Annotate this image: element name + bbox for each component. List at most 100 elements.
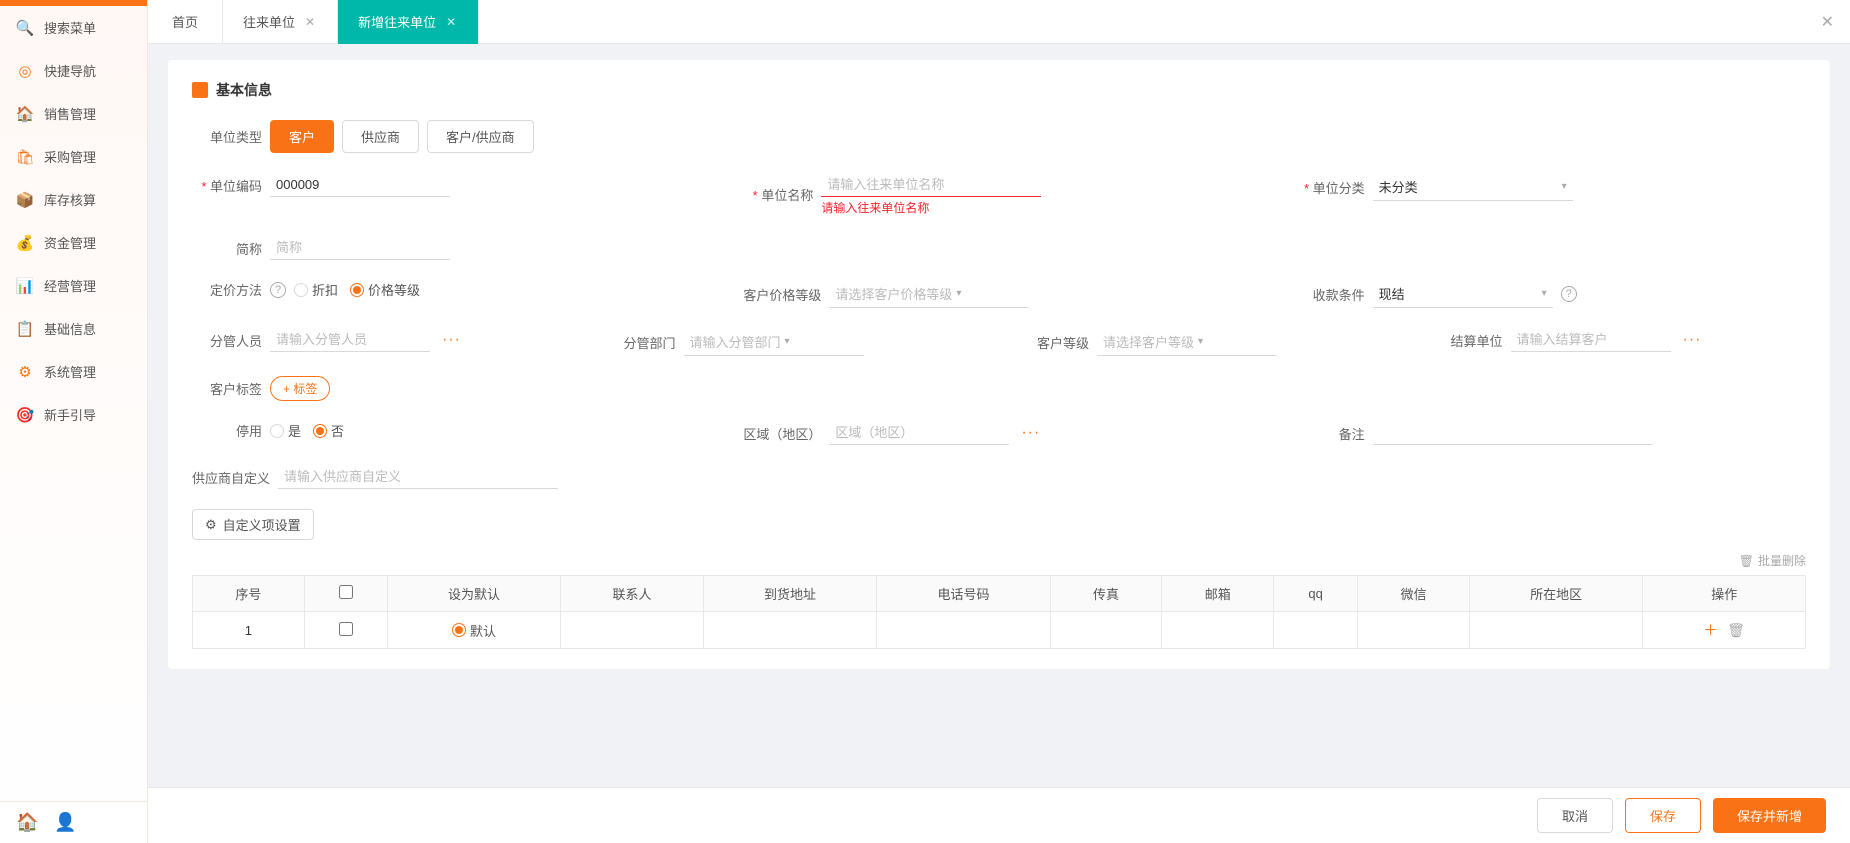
payment-help-icon[interactable]: ? — [1561, 286, 1577, 302]
default-label: 默认 — [470, 621, 496, 640]
remark-input[interactable] — [1373, 421, 1653, 445]
tab-partner-new-close[interactable]: ✕ — [444, 15, 458, 29]
radio-price-level[interactable]: 价格等级 — [350, 280, 420, 299]
batch-delete-area[interactable]: 🗑 批量删除 — [192, 552, 1806, 569]
manager-more-icon[interactable]: ··· — [438, 331, 465, 349]
sidebar-item-sales[interactable]: 🏠 销售管理 — [0, 92, 147, 135]
sidebar-item-guide[interactable]: 🎯 新手引导 — [0, 393, 147, 436]
unit-category-field: 单位分类 未分类 ▾ — [1295, 173, 1806, 201]
type-btn-both[interactable]: 客户/供应商 — [427, 120, 534, 153]
chevron-down-icon4: ▾ — [785, 336, 790, 347]
pricing-help-icon[interactable]: ? — [270, 282, 286, 298]
region-input[interactable] — [829, 421, 1009, 445]
quick-nav-icon: ◎ — [16, 62, 34, 80]
payment-terms-select[interactable]: 现结 ▾ — [1373, 280, 1553, 308]
region-more-icon[interactable]: ··· — [1017, 424, 1044, 442]
dept-select[interactable]: 请输入分管部门 ▾ — [684, 328, 864, 356]
tab-home-label: 首页 — [172, 12, 198, 31]
dept-field: 分管部门 请输入分管部门 ▾ — [606, 328, 980, 356]
search-icon: 🔍 — [16, 19, 34, 37]
customer-price-level-select[interactable]: 请选择客户价格等级 ▾ — [829, 280, 1029, 308]
settlement-more-icon[interactable]: ··· — [1679, 331, 1706, 349]
sidebar-item-search[interactable]: 🔍 搜索菜单 — [0, 6, 147, 49]
sidebar-item-system[interactable]: ⚙ 系统管理 — [0, 350, 147, 393]
sidebar-item-purchase[interactable]: 🛍 采购管理 — [0, 135, 147, 178]
td-email — [1162, 612, 1274, 649]
tab-partner-list[interactable]: 往来单位 ✕ — [223, 0, 338, 44]
tag-btn-label: + 标签 — [283, 380, 317, 397]
save-new-button[interactable]: 保存并新增 — [1713, 798, 1826, 833]
td-phone — [877, 612, 1050, 649]
th-address: 到货地址 — [703, 576, 876, 612]
supplier-custom-field: 供应商自定义 — [192, 465, 1806, 489]
save-button[interactable]: 保存 — [1625, 798, 1701, 833]
custom-settings-row: ⚙ 自定义项设置 — [192, 509, 1806, 540]
sidebar-item-label-sales: 销售管理 — [44, 104, 96, 123]
default-radio-inner — [455, 626, 463, 634]
sidebar-item-operations[interactable]: 📊 经营管理 — [0, 264, 147, 307]
sidebar-item-finance[interactable]: 💰 资金管理 — [0, 221, 147, 264]
radio-discount[interactable]: 折扣 — [294, 280, 338, 299]
cancel-button[interactable]: 取消 — [1537, 798, 1613, 833]
basic-info-icon: 📋 — [16, 320, 34, 338]
td-address — [703, 612, 876, 649]
short-name-input[interactable] — [270, 236, 450, 260]
batch-delete-icon: 🗑 — [1739, 554, 1754, 568]
tab-partner-new[interactable]: 新增往来单位 ✕ — [338, 0, 479, 44]
radio-disable-yes[interactable]: 是 — [270, 421, 301, 440]
sidebar-item-inventory[interactable]: 📦 库存核算 — [0, 178, 147, 221]
short-name-field: 简称 — [192, 236, 1806, 260]
unit-code-input[interactable] — [270, 173, 450, 197]
table-row: 1 默认 — [193, 612, 1806, 649]
short-name-label: 简称 — [192, 239, 262, 258]
add-row-icon[interactable]: ＋ — [1700, 622, 1720, 638]
add-tag-button[interactable]: + 标签 — [270, 376, 330, 401]
customer-level-select[interactable]: 请选择客户等级 ▾ — [1097, 328, 1277, 356]
section-title-label: 基本信息 — [216, 80, 272, 100]
row-checkbox[interactable] — [339, 622, 353, 636]
supplier-custom-input[interactable] — [278, 465, 558, 489]
th-qq: qq — [1274, 576, 1358, 612]
radio-disable-no-outer — [313, 424, 327, 438]
sidebar-item-basic-info[interactable]: 📋 基础信息 — [0, 307, 147, 350]
th-seq: 序号 — [193, 576, 305, 612]
sidebar-item-label-operations: 经营管理 — [44, 276, 96, 295]
payment-terms-value: 现结 — [1379, 284, 1538, 303]
sales-icon: 🏠 — [16, 105, 34, 123]
radio-disable-no[interactable]: 否 — [313, 421, 344, 440]
th-action: 操作 — [1643, 576, 1806, 612]
type-btn-customer[interactable]: 客户 — [270, 120, 334, 153]
table-header-row: 序号 设为默认 联系人 到货地址 电话号码 传真 邮箱 qq 微信 所在地区 操… — [193, 576, 1806, 612]
th-region: 所在地区 — [1469, 576, 1642, 612]
tab-home[interactable]: 首页 — [148, 0, 223, 44]
unit-category-value: 未分类 — [1379, 177, 1558, 196]
unit-category-select[interactable]: 未分类 ▾ — [1373, 173, 1573, 201]
settlement-input[interactable] — [1511, 328, 1671, 352]
tags-field: 客户标签 + 标签 — [192, 376, 1806, 401]
remark-label: 备注 — [1295, 424, 1365, 443]
sidebar-item-quick-nav[interactable]: ◎ 快捷导航 — [0, 49, 147, 92]
manager-input[interactable] — [270, 328, 430, 352]
customer-price-level-placeholder: 请选择客户价格等级 — [835, 284, 952, 303]
td-default: 默认 — [387, 612, 560, 649]
select-all-checkbox[interactable] — [339, 585, 353, 599]
td-checkbox — [304, 612, 387, 649]
sidebar-item-label-guide: 新手引导 — [44, 405, 96, 424]
inventory-icon: 📦 — [16, 191, 34, 209]
user-bottom-icon[interactable]: 👤 — [54, 812, 76, 833]
td-action: ＋ 🗑 — [1643, 612, 1806, 649]
form-content: 基本信息 单位类型 客户 供应商 客户/供应商 单位编码 — [148, 44, 1850, 787]
tab-bar-close-all[interactable]: ✕ — [1805, 12, 1850, 32]
default-radio[interactable]: 默认 — [398, 621, 550, 640]
disable-label: 停用 — [192, 421, 262, 440]
delete-row-icon[interactable]: 🗑 — [1724, 622, 1748, 638]
td-region — [1469, 612, 1642, 649]
tab-partner-list-close[interactable]: ✕ — [303, 15, 317, 29]
unit-name-input[interactable] — [821, 173, 1041, 197]
dept-label: 分管部门 — [606, 333, 676, 352]
home-bottom-icon[interactable]: 🏠 — [16, 812, 38, 833]
type-btn-supplier[interactable]: 供应商 — [342, 120, 419, 153]
sidebar-item-label-system: 系统管理 — [44, 362, 96, 381]
chevron-down-icon: ▾ — [1562, 181, 1567, 192]
custom-settings-button[interactable]: ⚙ 自定义项设置 — [192, 509, 314, 540]
